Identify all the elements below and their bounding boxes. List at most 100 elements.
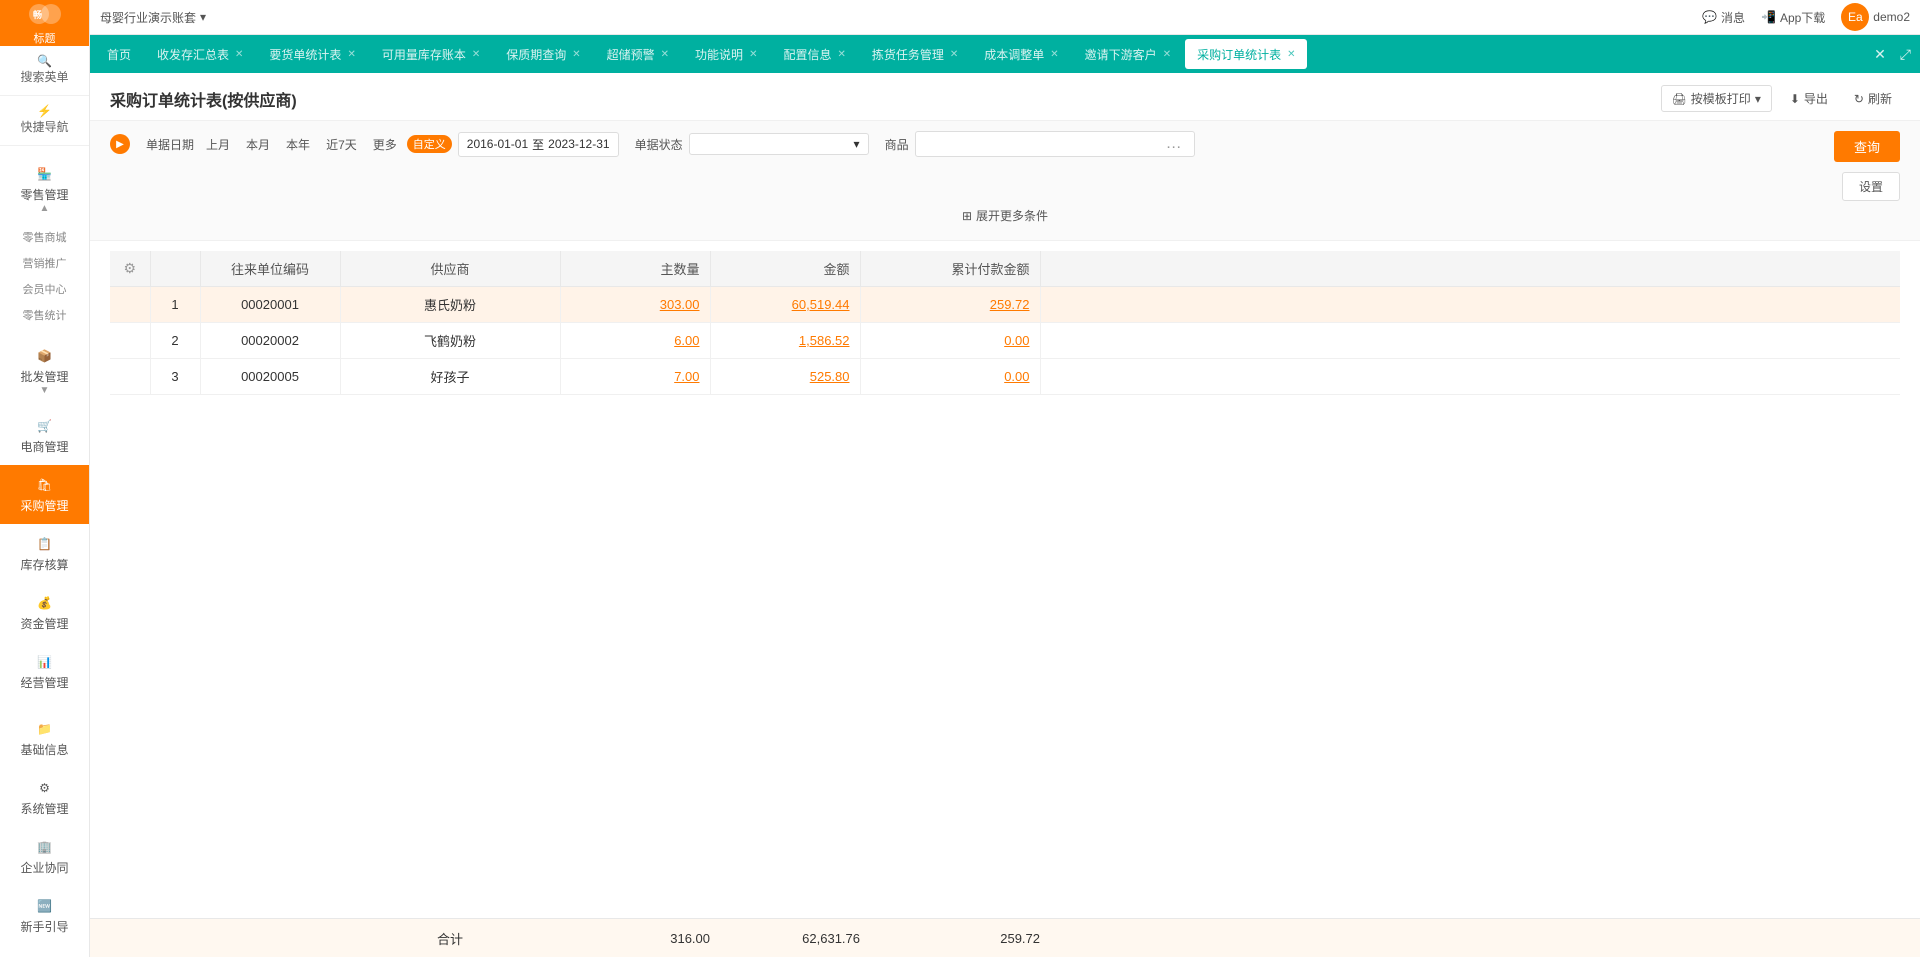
maximize-btn[interactable]: ⤢: [1896, 44, 1915, 65]
svg-text:畅: 畅: [33, 9, 42, 20]
sidebar-item-shortcut[interactable]: ⚡ 快捷导航: [0, 96, 89, 146]
tab-purchase-order-stats[interactable]: 采购订单统计表 ✕: [1185, 39, 1307, 69]
header-row: ⚙ 往来单位编码 供应商 主数量 金额: [110, 251, 1900, 287]
tab-config-info[interactable]: 配置信息 ✕: [771, 39, 857, 69]
close-all-tabs-btn[interactable]: ✕: [1870, 44, 1890, 65]
sidebar-item-appcenter[interactable]: 📱 应用中心: [0, 945, 89, 957]
inventory-icon: 📋: [35, 534, 55, 554]
sidebar-item-system[interactable]: ⚙ 系统管理: [0, 768, 89, 827]
close-icon[interactable]: ✕: [661, 49, 669, 60]
close-icon[interactable]: ✕: [749, 49, 757, 60]
sidebar-item-member[interactable]: 会员中心: [0, 276, 89, 302]
filter-more-btn[interactable]: 更多: [367, 134, 403, 155]
filter-custom-badge[interactable]: 自定义: [407, 135, 452, 153]
close-icon[interactable]: ✕: [472, 49, 480, 60]
query-button[interactable]: 查询: [1834, 131, 1900, 162]
company-name: 母婴行业演示账套: [100, 9, 196, 26]
sidebar-item-wholesale[interactable]: 📦 批发管理 ▼: [0, 336, 89, 406]
sidebar-item-ecommerce[interactable]: 🛒 电商管理: [0, 406, 89, 465]
settings-button[interactable]: 设置: [1842, 172, 1900, 201]
row-paid: 0.00: [860, 359, 1040, 395]
filter-product-input[interactable]: …: [915, 131, 1195, 157]
close-icon[interactable]: ✕: [1050, 49, 1058, 60]
sidebar-item-newguide[interactable]: 🆕 新手引导: [0, 886, 89, 945]
tab-invite-downstream[interactable]: 邀请下游客户 ✕: [1073, 39, 1183, 69]
filter-expand-btn[interactable]: ⊞ 展开更多条件: [962, 207, 1048, 224]
close-icon[interactable]: ✕: [347, 49, 355, 60]
sidebar-item-retail-stats[interactable]: 零售统计: [0, 302, 89, 328]
close-icon[interactable]: ✕: [235, 49, 243, 60]
sidebar-item-marketing[interactable]: 营销推广: [0, 250, 89, 276]
more-options-icon[interactable]: …: [1162, 135, 1186, 153]
company-dropdown-icon: ▾: [200, 10, 206, 24]
refresh-icon: ↻: [1854, 92, 1864, 106]
sidebar-item-retail[interactable]: 🏪 零售管理 ▲: [0, 154, 89, 224]
messages-btn[interactable]: 💬 消息: [1702, 9, 1745, 26]
filter-toggle-btn[interactable]: ▶: [110, 134, 130, 154]
retail-icon: 🏪: [35, 164, 55, 184]
topbar-left: 母婴行业演示账套 ▾: [100, 9, 206, 26]
chevron-right-icon: ▶: [116, 139, 124, 150]
close-icon[interactable]: ✕: [1287, 49, 1295, 60]
chevron-down-icon: ▼: [40, 385, 50, 396]
company-selector[interactable]: 母婴行业演示账套 ▾: [100, 9, 206, 26]
app-download-btn[interactable]: 📲 App下载: [1761, 9, 1825, 26]
refresh-button[interactable]: ↻ 刷新: [1846, 86, 1900, 111]
print-button[interactable]: 🖨 按模板打印 ▾: [1661, 85, 1772, 112]
filter-date-range[interactable]: 2016-01-01 至 2023-12-31: [458, 132, 619, 157]
operation-icon: 📊: [35, 652, 55, 672]
tab-quality-check[interactable]: 保质期查询 ✕: [494, 39, 592, 69]
sidebar-item-retail-shop[interactable]: 零售商城: [0, 224, 89, 250]
page-actions: 🖨 按模板打印 ▾ ⬇ 导出 ↻ 刷新: [1661, 85, 1900, 112]
sidebar-item-inventory[interactable]: 📋 库存核算: [0, 524, 89, 583]
app-download-icon: 📲: [1761, 10, 1776, 24]
tab-home[interactable]: 首页: [95, 39, 143, 69]
sidebar-item-operation[interactable]: 📊 经营管理: [0, 642, 89, 701]
row-extra: [1040, 287, 1900, 323]
sidebar-item-finance[interactable]: 💰 资金管理: [0, 583, 89, 642]
close-icon[interactable]: ✕: [950, 49, 958, 60]
tab-pick-task[interactable]: 拣货任务管理 ✕: [860, 39, 970, 69]
filter-this-year-btn[interactable]: 本年: [280, 134, 316, 155]
filter-status-label: 单据状态: [635, 136, 683, 153]
column-settings-icon[interactable]: ⚙: [123, 260, 136, 276]
tab-cost-adjust[interactable]: 成本调整单 ✕: [972, 39, 1070, 69]
th-settings[interactable]: ⚙: [110, 251, 150, 287]
row-paid: 259.72: [860, 287, 1040, 323]
tab-receive-summary[interactable]: 收发存汇总表 ✕: [145, 39, 255, 69]
row-qty: 6.00: [560, 323, 710, 359]
content-area: 采购订单统计表(按供应商) 🖨 按模板打印 ▾ ⬇ 导出 ↻ 刷新: [90, 73, 1920, 957]
footer-qty-cell: 316.00: [560, 931, 710, 946]
close-icon[interactable]: ✕: [837, 49, 845, 60]
tab-overstock[interactable]: 超储预警 ✕: [595, 39, 681, 69]
close-icon[interactable]: ✕: [572, 49, 580, 60]
tab-available-stock[interactable]: 可用量库存账本 ✕: [370, 39, 492, 69]
enterprise-icon: 🏢: [35, 837, 55, 857]
sidebar-item-basic[interactable]: 📁 基础信息: [0, 709, 89, 768]
filter-this-month-btn[interactable]: 本月: [240, 134, 276, 155]
filter-7days-btn[interactable]: 近7天: [320, 134, 363, 155]
sidebar-item-enterprise[interactable]: 🏢 企业协同: [0, 827, 89, 886]
date-separator: 至: [532, 136, 544, 153]
guide-icon: 🆕: [35, 896, 55, 916]
sidebar-item-purchase[interactable]: 🛍 采购管理: [0, 465, 89, 524]
sidebar-item-search[interactable]: 🔍 搜索英单: [0, 46, 89, 96]
table-body: 1 00020001 惠氏奶粉 303.00 60,519.44 259.72 …: [110, 287, 1900, 395]
footer-row: 合计 316.00 62,631.76 259.72: [110, 919, 1900, 957]
user-menu[interactable]: Ea demo2: [1841, 3, 1910, 31]
message-icon: 💬: [1702, 10, 1717, 24]
row-amount: 1,586.52: [710, 323, 860, 359]
page-header: 采购订单统计表(按供应商) 🖨 按模板打印 ▾ ⬇ 导出 ↻ 刷新: [90, 73, 1920, 121]
tab-order-stats[interactable]: 要货单统计表 ✕: [257, 39, 367, 69]
th-code: 往来单位编码: [200, 251, 340, 287]
nav-icon: ⚡: [0, 104, 89, 118]
tab-function-desc[interactable]: 功能说明 ✕: [683, 39, 769, 69]
filter-status-select[interactable]: ▾: [689, 133, 869, 155]
filter-expand-row: ⊞ 展开更多条件: [110, 201, 1900, 230]
filter-last-month-btn[interactable]: 上月: [200, 134, 236, 155]
th-supplier: 供应商: [340, 251, 560, 287]
row-index: 1: [150, 287, 200, 323]
export-button[interactable]: ⬇ 导出: [1782, 86, 1836, 111]
close-icon[interactable]: ✕: [1163, 49, 1171, 60]
table-footer: 合计 316.00 62,631.76 259.72: [90, 918, 1920, 957]
